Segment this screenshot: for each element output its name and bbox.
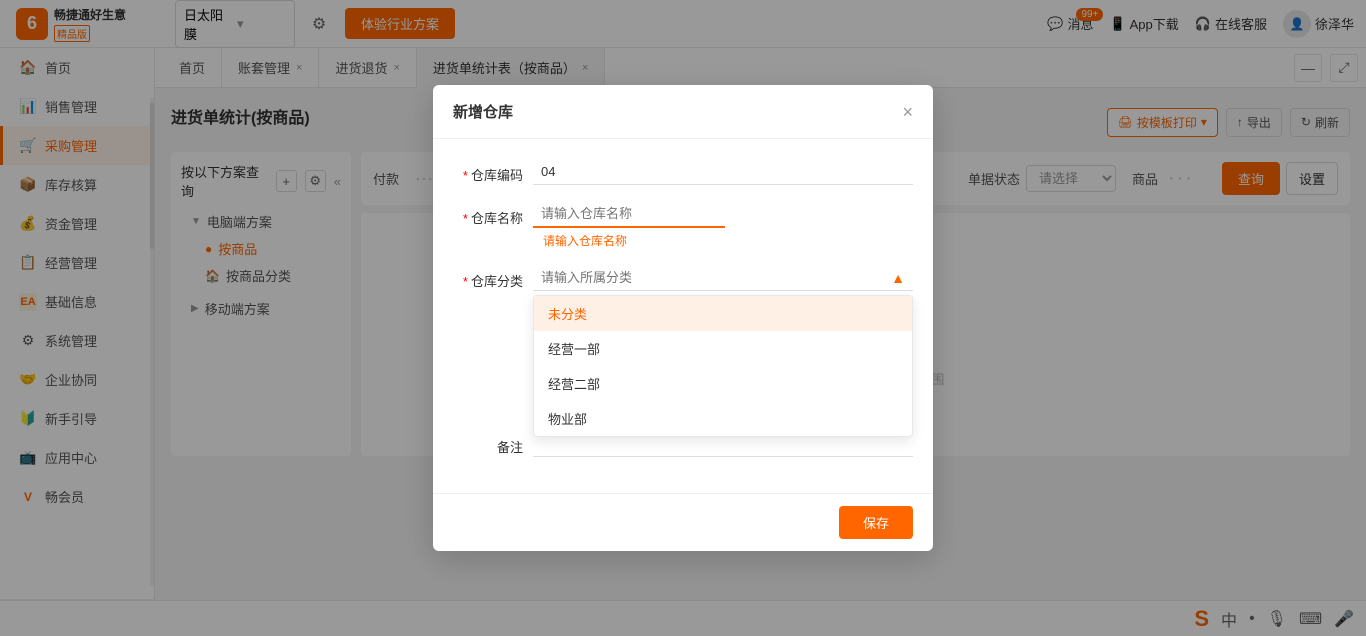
modal-title: 新增仓库 bbox=[453, 101, 513, 122]
form-item-name-row: 仓库名称 bbox=[453, 201, 725, 228]
note-label: 备注 bbox=[453, 431, 533, 456]
modal-body: 仓库编码 仓库名称 请输入仓库名称 仓库分类 ▲ 未分类 bbox=[433, 139, 933, 493]
code-input[interactable] bbox=[533, 159, 913, 185]
dropdown-option-3[interactable]: 物业部 bbox=[534, 401, 912, 436]
dropdown-option-0[interactable]: 未分类 bbox=[534, 296, 912, 331]
dropdown-option-2[interactable]: 经营二部 bbox=[534, 366, 912, 401]
category-dropdown-list: 未分类 经营一部 经营二部 物业部 bbox=[533, 295, 913, 437]
name-input[interactable] bbox=[533, 201, 725, 228]
modal-close-btn[interactable]: × bbox=[902, 103, 913, 121]
category-label: 仓库分类 bbox=[453, 265, 533, 290]
save-btn[interactable]: 保存 bbox=[839, 506, 913, 539]
new-warehouse-modal: 新增仓库 × 仓库编码 仓库名称 请输入仓库名称 仓库分类 bbox=[433, 85, 933, 551]
category-input[interactable] bbox=[533, 265, 913, 291]
modal-footer: 保存 bbox=[433, 493, 933, 551]
dropdown-option-1[interactable]: 经营一部 bbox=[534, 331, 912, 366]
modal-header: 新增仓库 × bbox=[433, 85, 933, 139]
form-item-category: 仓库分类 ▲ 未分类 经营一部 经营二部 物业部 bbox=[453, 265, 913, 291]
form-item-code: 仓库编码 bbox=[453, 159, 913, 185]
dropdown-chevron-up[interactable]: ▲ bbox=[891, 270, 905, 286]
category-dropdown-wrapper: ▲ 未分类 经营一部 经营二部 物业部 bbox=[533, 265, 913, 291]
modal-overlay: 新增仓库 × 仓库编码 仓库名称 请输入仓库名称 仓库分类 bbox=[0, 0, 1366, 636]
name-error-msg: 请输入仓库名称 bbox=[543, 232, 627, 249]
code-label: 仓库编码 bbox=[453, 159, 533, 184]
form-item-name: 仓库名称 请输入仓库名称 bbox=[453, 201, 913, 249]
name-label: 仓库名称 bbox=[453, 202, 533, 227]
